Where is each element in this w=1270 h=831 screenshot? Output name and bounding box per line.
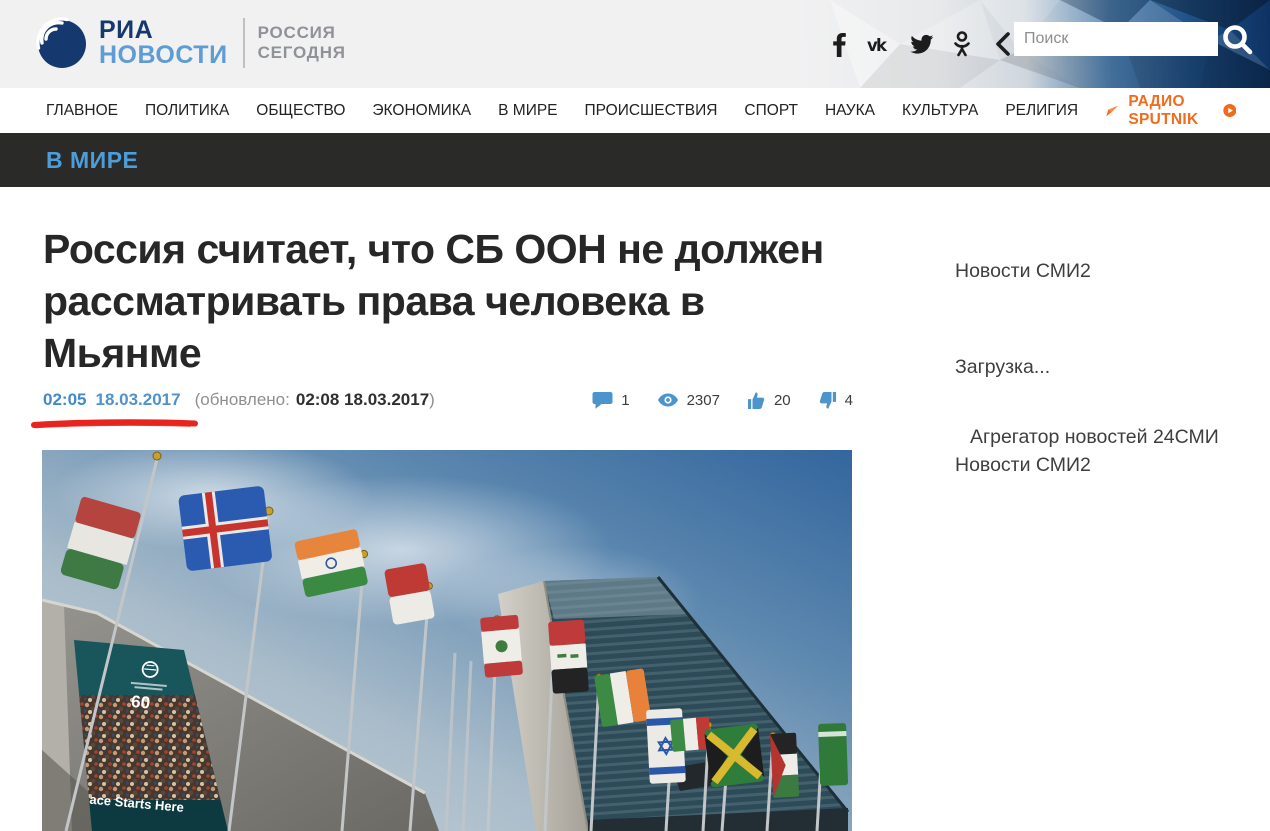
logo-divider [242,18,245,68]
updated-suffix: ) [429,390,435,409]
comments-count: 1 [621,391,630,409]
nav-item-sport[interactable]: СПОРТ [744,102,798,120]
search-icon [1223,25,1253,55]
ria-novosti-page: РИА НОВОСТИ РОССИЯ СЕГОДНЯ vk Поиск ГЛАВ… [0,0,1270,831]
main-navigation: ГЛАВНОЕ ПОЛИТИКА ОБЩЕСТВО ЭКОНОМИКА В МИ… [0,88,1270,133]
ria-novosti-logo[interactable]: РИА НОВОСТИ РОССИЯ СЕГОДНЯ [36,17,346,69]
like-count: 20 [773,391,791,409]
comments-stat[interactable]: 1 [592,391,630,409]
nav-item-religiya[interactable]: РЕЛИГИЯ [1005,102,1078,120]
nav-item-proisshestviya[interactable]: ПРОИСШЕСТВИЯ [585,102,718,120]
dislike-stat[interactable]: 4 [818,391,853,410]
search-button[interactable] [1220,22,1256,58]
radio-sputnik-label: РАДИО SPUTNIK [1128,92,1199,128]
search-input[interactable] [1014,22,1218,56]
svg-text:vk: vk [867,36,888,55]
logo-agency-line1: РОССИЯ [257,23,336,42]
logo-brand-line2: НОВОСТИ [99,41,228,69]
nav-item-ekonomika[interactable]: ЭКОНОМИКА [372,102,471,120]
section-label[interactable]: В МИРЕ [46,147,138,174]
sidebar-24smi-link[interactable]: Агрегатор новостей 24СМИ [970,425,1219,449]
sidebar-smi2-link[interactable]: Новости СМИ2 [955,453,1091,477]
published-date[interactable]: 18.03.2017 [95,390,180,410]
twitter-icon[interactable] [908,31,934,57]
radio-sputnik-link[interactable]: РАДИО SPUTNIK [1105,93,1236,129]
updated-value: 02:08 18.03.2017 [295,390,430,409]
nav-item-obschestvo[interactable]: ОБЩЕСТВО [256,102,345,120]
banner-60-text: 60 [130,692,151,713]
nav-item-politika[interactable]: ПОЛИТИКА [145,102,229,120]
red-underline-annotation [31,419,198,429]
nav-item-nauka[interactable]: НАУКА [825,102,875,120]
views-icon [657,393,678,407]
article-meta-row: 02:05 18.03.2017 (обновлено: 02:08 18.03… [43,390,853,410]
sidebar-loading-text: Загрузка... [955,356,1051,378]
sidebar-smi2-header[interactable]: Новости СМИ2 [955,259,1091,283]
dislike-count: 4 [844,391,853,409]
logo-agency-line2: СЕГОДНЯ [257,43,346,62]
social-links: vk [826,0,1016,88]
views-count: 2307 [686,391,720,409]
chevron-left-icon[interactable] [990,31,1016,57]
play-icon [1222,103,1236,118]
nav-item-kultura[interactable]: КУЛЬТУРА [902,102,978,120]
like-stat[interactable]: 20 [747,391,791,410]
article-photo: 60 Peace Starts Here [41,440,852,831]
nav-item-v-mire[interactable]: В МИРЕ [498,102,557,120]
published-time[interactable]: 02:05 [43,390,86,410]
section-bar: В МИРЕ [0,133,1270,187]
article-stats: 1 2307 20 4 [592,391,853,410]
radio-flag-icon [1106,105,1119,116]
like-icon [747,391,765,409]
views-stat: 2307 [657,392,720,409]
logo-brand-line1: РИА [99,16,154,44]
article-title: Россия считает, что СБ ООН не должен рас… [43,226,824,376]
vk-icon[interactable]: vk [867,31,893,57]
updated-label: (обновлено: [194,390,290,409]
comments-icon [592,392,613,409]
nav-item-glavnoe[interactable]: ГЛАВНОЕ [46,102,118,120]
site-header: РИА НОВОСТИ РОССИЯ СЕГОДНЯ vk [0,0,1270,88]
main-content: Россия считает, что СБ ООН не должен рас… [0,187,1270,831]
ria-globe-icon [36,17,86,68]
facebook-icon[interactable] [826,31,852,57]
search-box [1014,22,1218,56]
dislike-icon [819,391,836,409]
odnoklassniki-icon[interactable] [949,31,975,57]
